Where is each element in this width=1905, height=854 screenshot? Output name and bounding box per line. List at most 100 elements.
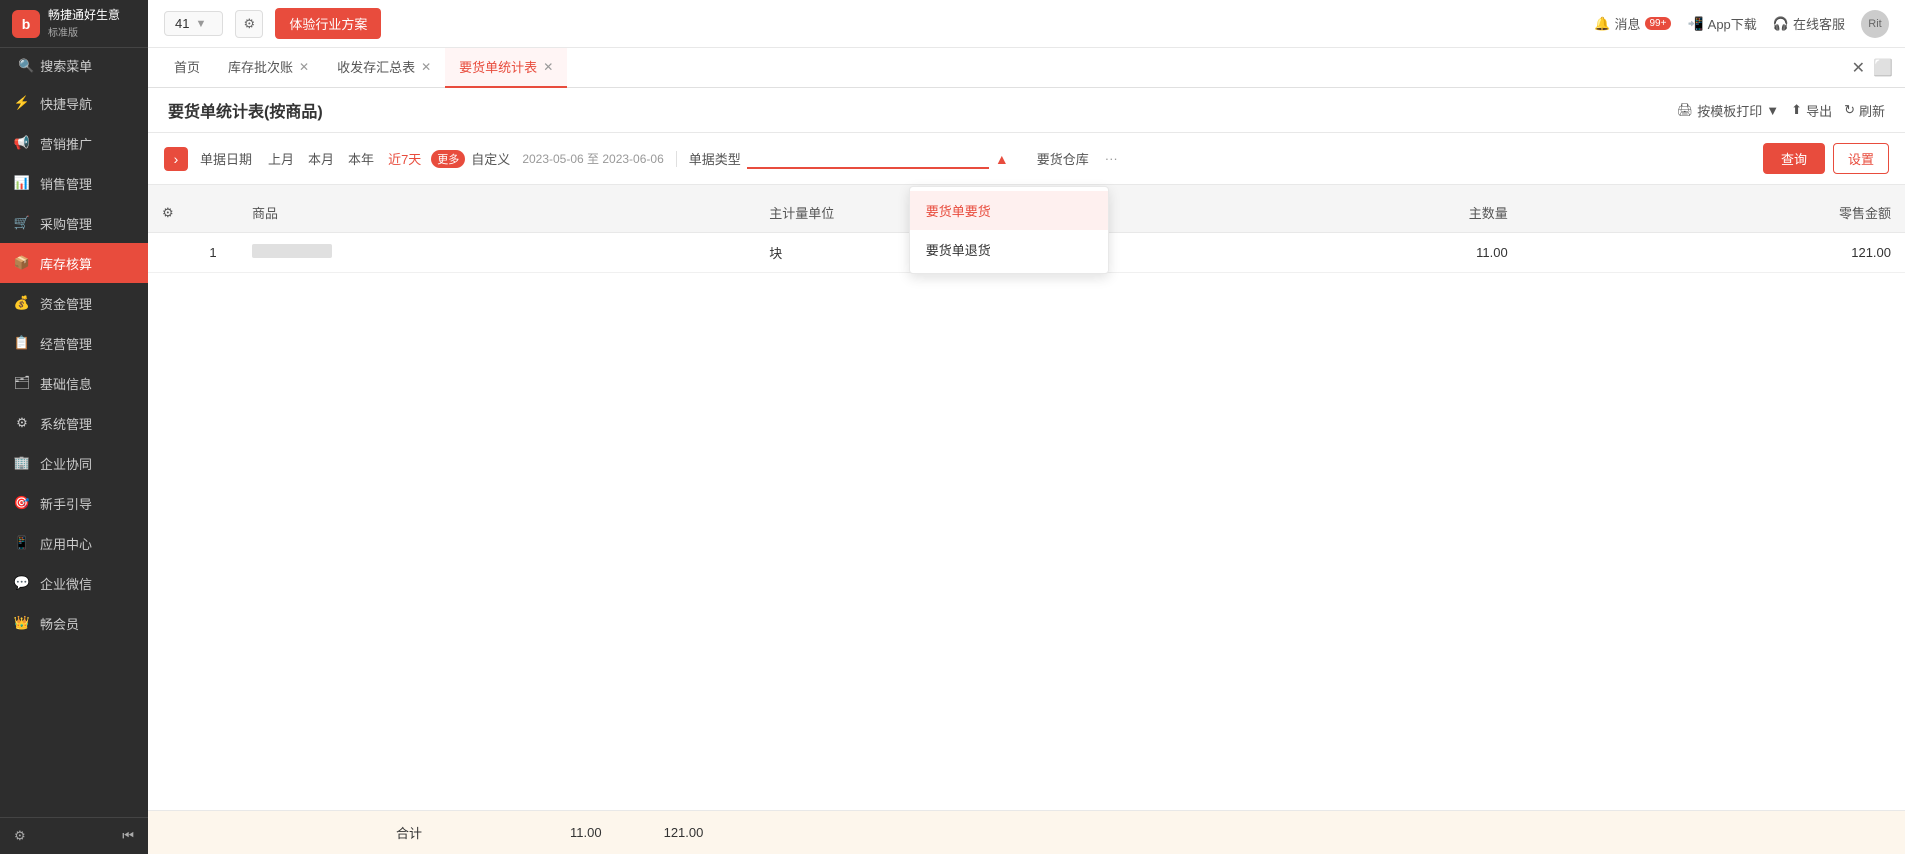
header-gear-button[interactable]: ⚙ bbox=[235, 10, 263, 38]
sidebar-item-operations[interactable]: 📋 经营管理 bbox=[0, 323, 148, 363]
sidebar-item-appstore[interactable]: 📱 应用中心 bbox=[0, 523, 148, 563]
bell-icon: 🔔 bbox=[1594, 16, 1610, 32]
col-seq-header bbox=[188, 193, 238, 233]
print-dropdown-arrow: ▼ bbox=[1766, 103, 1779, 118]
row-amount: 121.00 bbox=[1522, 233, 1905, 273]
notifications-button[interactable]: 🔔 消息 99+ bbox=[1594, 14, 1671, 33]
date-custom-btn[interactable]: 自定义 bbox=[471, 149, 510, 168]
collapse-sidebar-icon[interactable]: ⏮ bbox=[122, 828, 134, 844]
query-button[interactable]: 查询 bbox=[1763, 143, 1825, 174]
total-label: 合计 bbox=[396, 823, 422, 842]
row-settings bbox=[148, 233, 188, 273]
main-area: 41 ▼ ⚙ 体验行业方案 🔔 消息 99+ 📲 App下载 🎧 在线客服 Ri… bbox=[148, 0, 1905, 854]
sidebar-item-enterprise[interactable]: 🏢 企业协同 bbox=[0, 443, 148, 483]
col-settings-header[interactable]: ⚙ bbox=[148, 193, 188, 233]
header-left: 41 ▼ ⚙ 体验行业方案 bbox=[164, 8, 381, 39]
setting-button[interactable]: 设置 bbox=[1833, 143, 1889, 174]
close-tab-inventory-batch[interactable]: ✕ bbox=[299, 60, 309, 74]
type-selector-input[interactable] bbox=[747, 148, 989, 169]
date-shortcuts: 上月 本月 本年 近7天 更多 自定义 bbox=[264, 147, 510, 170]
header-right: 🔔 消息 99+ 📲 App下载 🎧 在线客服 Rit bbox=[1594, 10, 1889, 38]
sidebar-item-quick-nav[interactable]: ⚡ 快捷导航 bbox=[0, 83, 148, 123]
date-last-month-btn[interactable]: 上月 bbox=[264, 147, 298, 170]
col-product-header: 商品 bbox=[238, 193, 755, 233]
date-more-btn[interactable]: 更多 bbox=[431, 150, 465, 168]
type-selector-wrap: 单据类型 ▲ 要货单要货 要货单退货 bbox=[689, 148, 1009, 169]
table-wrap: ⚙ 商品 主计量单位 主数量 零售金额 1 bbox=[148, 193, 1905, 810]
col-amount-header: 零售金额 bbox=[1522, 193, 1905, 233]
print-button[interactable]: 🖨 按模板打印 ▼ bbox=[1677, 101, 1779, 120]
download-icon: 📲 bbox=[1687, 16, 1703, 32]
page-title: 要货单统计表(按商品) bbox=[168, 98, 323, 122]
sales-icon: 📊 bbox=[12, 173, 32, 193]
tab-inventory-batch[interactable]: 库存批次账 ✕ bbox=[214, 48, 323, 88]
settings-icon[interactable]: ⚙ bbox=[14, 828, 26, 844]
sidebar-footer: ⚙ ⏮ bbox=[0, 817, 148, 854]
warehouse-filter-label: 要货仓库 bbox=[1037, 149, 1089, 168]
page-actions: 🖨 按模板打印 ▼ ⬆ 导出 ↻ 刷新 bbox=[1677, 101, 1885, 120]
sidebar-item-finance[interactable]: 💰 资金管理 bbox=[0, 283, 148, 323]
sidebar-item-wechat[interactable]: 💬 企业微信 bbox=[0, 563, 148, 603]
date-7days-btn[interactable]: 近7天 bbox=[384, 147, 425, 170]
online-support-button[interactable]: 🎧 在线客服 bbox=[1773, 14, 1845, 33]
logo-text: 畅捷通好生意 标准版 bbox=[48, 8, 120, 39]
row-qty: 11.00 bbox=[1201, 233, 1522, 273]
print-icon: 🖨 bbox=[1677, 102, 1694, 118]
export-button[interactable]: ⬆ 导出 bbox=[1791, 101, 1832, 120]
dropdown-item-order-goods[interactable]: 要货单要货 bbox=[910, 191, 1108, 230]
notification-badge: 99+ bbox=[1645, 17, 1672, 30]
tab-order-stats[interactable]: 要货单统计表 ✕ bbox=[445, 48, 567, 88]
sidebar-item-member[interactable]: 👑 畅会员 bbox=[0, 603, 148, 643]
sidebar-item-guide[interactable]: 🎯 新手引导 bbox=[0, 483, 148, 523]
row-seq: 1 bbox=[188, 233, 238, 273]
page-header: 要货单统计表(按商品) 🖨 按模板打印 ▼ ⬆ 导出 ↻ 刷新 bbox=[148, 88, 1905, 133]
dropdown-item-order-return[interactable]: 要货单退货 bbox=[910, 230, 1108, 269]
sidebar-item-marketing[interactable]: 📢 营销推广 bbox=[0, 123, 148, 163]
wechat-icon: 💬 bbox=[12, 573, 32, 593]
trial-button[interactable]: 体验行业方案 bbox=[275, 8, 381, 39]
date-filter-label: 单据日期 bbox=[200, 149, 252, 168]
operations-icon: 📋 bbox=[12, 333, 32, 353]
sidebar-item-basic[interactable]: 🗂 基础信息 bbox=[0, 363, 148, 403]
close-all-tabs-button[interactable]: ✕ bbox=[1852, 58, 1865, 78]
date-current-month-btn[interactable]: 本月 bbox=[304, 147, 338, 170]
expand-filter-button[interactable]: › bbox=[164, 147, 188, 171]
store-dropdown-arrow: ▼ bbox=[195, 18, 206, 30]
sidebar-item-system[interactable]: ⚙ 系统管理 bbox=[0, 403, 148, 443]
member-icon: 👑 bbox=[12, 613, 32, 633]
close-tab-receive-summary[interactable]: ✕ bbox=[421, 60, 431, 74]
headset-icon: 🎧 bbox=[1773, 16, 1789, 32]
filter-bar: › 单据日期 上月 本月 本年 近7天 更多 自定义 2023-05-06 至 … bbox=[148, 133, 1905, 185]
sidebar-item-inventory[interactable]: 📦 库存核算 bbox=[0, 243, 148, 283]
refresh-button[interactable]: ↻ 刷新 bbox=[1844, 101, 1885, 120]
app-download-button[interactable]: 📲 App下载 bbox=[1687, 14, 1756, 33]
tab-controls: ✕ ⬜ bbox=[1852, 58, 1893, 78]
type-filter-label: 单据类型 bbox=[689, 149, 741, 168]
tab-bar: 首页 库存批次账 ✕ 收发存汇总表 ✕ 要货单统计表 ✕ ✕ ⬜ bbox=[148, 48, 1905, 88]
logo-icon: b bbox=[12, 10, 40, 38]
sidebar-item-sales[interactable]: 📊 销售管理 bbox=[0, 163, 148, 203]
search-menu[interactable]: 🔍 搜索菜单 bbox=[0, 48, 148, 83]
expand-tabs-button[interactable]: ⬜ bbox=[1873, 58, 1893, 78]
finance-icon: 💰 bbox=[12, 293, 32, 313]
search-icon: 🔍 bbox=[18, 58, 34, 74]
tab-receive-summary[interactable]: 收发存汇总表 ✕ bbox=[323, 48, 445, 88]
enterprise-icon: 🏢 bbox=[12, 453, 32, 473]
total-qty: 11.00 bbox=[570, 825, 602, 840]
tab-home[interactable]: 首页 bbox=[160, 48, 214, 88]
sidebar: b 畅捷通好生意 标准版 🔍 搜索菜单 ⚡ 快捷导航 📢 营销推广 📊 销售管理… bbox=[0, 0, 148, 854]
warehouse-dots-button[interactable]: ··· bbox=[1105, 151, 1118, 166]
row-product bbox=[238, 233, 755, 273]
type-dropdown: 要货单要货 要货单退货 bbox=[909, 186, 1109, 274]
guide-icon: 🎯 bbox=[12, 493, 32, 513]
refresh-icon: ↻ bbox=[1844, 102, 1855, 118]
quick-nav-icon: ⚡ bbox=[12, 93, 32, 113]
close-tab-order-stats[interactable]: ✕ bbox=[543, 60, 553, 74]
system-icon: ⚙ bbox=[12, 413, 32, 433]
sidebar-item-purchase[interactable]: 🛒 采购管理 bbox=[0, 203, 148, 243]
user-avatar[interactable]: Rit bbox=[1861, 10, 1889, 38]
date-current-year-btn[interactable]: 本年 bbox=[344, 147, 378, 170]
store-selector[interactable]: 41 ▼ bbox=[164, 11, 223, 36]
type-selector-arrow[interactable]: ▲ bbox=[995, 151, 1009, 167]
marketing-icon: 📢 bbox=[12, 133, 32, 153]
